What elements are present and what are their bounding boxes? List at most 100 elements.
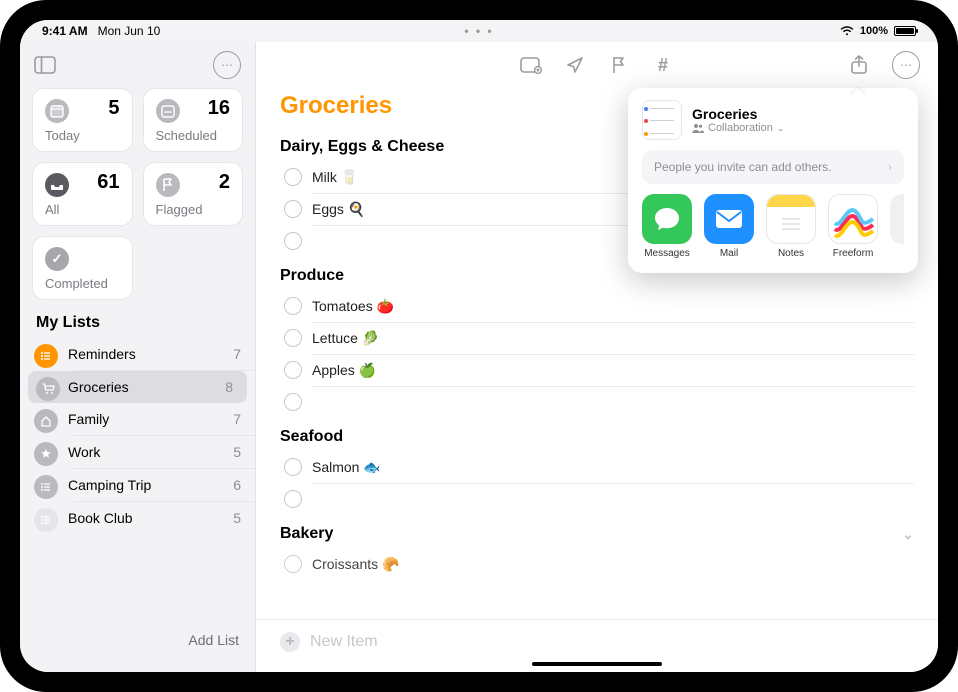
smart-flagged-tile[interactable]: 2 Flagged xyxy=(143,162,244,226)
smart-today-label: Today xyxy=(45,128,120,143)
list-bullet-icon xyxy=(34,475,58,499)
smart-flagged-label: Flagged xyxy=(156,202,231,217)
share-permission-text: People you invite can add others. xyxy=(654,160,831,174)
radio-unchecked-icon[interactable] xyxy=(284,361,302,379)
calendar-badge-icon[interactable] xyxy=(520,54,542,76)
list-count: 7 xyxy=(233,411,241,427)
flag-icon xyxy=(156,173,180,197)
flag-icon[interactable] xyxy=(608,54,630,76)
sidebar: ⋯ 5 Today 16 Sched xyxy=(20,42,256,672)
status-date: Mon Jun 10 xyxy=(98,24,161,38)
main: # ⋯ Groceries Dairy, Eggs & Cheese Milk … xyxy=(256,42,938,672)
radio-unchecked-icon[interactable] xyxy=(284,555,302,573)
share-subtitle[interactable]: Collaboration ⌄ xyxy=(692,122,784,134)
reminder-item[interactable]: Apples 🍏 xyxy=(284,355,914,386)
wifi-icon xyxy=(840,26,854,36)
share-app-mail[interactable]: Mail xyxy=(704,194,754,259)
share-app-notes[interactable]: Notes xyxy=(766,194,816,259)
share-title: Groceries xyxy=(692,106,784,122)
notes-icon xyxy=(766,194,816,244)
share-app-label: Freeform xyxy=(833,248,874,259)
smart-completed-tile[interactable]: Completed xyxy=(32,236,133,300)
share-app-more[interactable] xyxy=(890,194,904,259)
list-bullet-icon xyxy=(34,508,58,532)
reminder-text: Tomatoes 🍅 xyxy=(312,298,394,315)
tray-icon xyxy=(45,173,69,197)
list-name: Family xyxy=(68,411,109,427)
reminder-item-empty[interactable] xyxy=(284,484,914,515)
toggle-sidebar-icon[interactable] xyxy=(34,54,56,76)
messages-icon xyxy=(642,194,692,244)
reminder-text: Lettuce 🥬 xyxy=(312,330,379,347)
reminder-item-empty[interactable] xyxy=(284,387,914,418)
list-bullet-icon xyxy=(34,344,58,368)
radio-unchecked-icon[interactable] xyxy=(284,458,302,476)
list-row-groceries[interactable]: Groceries 8 xyxy=(28,371,247,403)
share-thumbnail-icon xyxy=(642,100,682,140)
radio-unchecked-icon[interactable] xyxy=(284,329,302,347)
smart-today-count: 5 xyxy=(108,97,119,120)
smart-scheduled-count: 16 xyxy=(208,97,230,120)
smart-all-count: 61 xyxy=(97,171,119,194)
battery-pct: 100% xyxy=(860,25,888,37)
radio-unchecked-icon[interactable] xyxy=(284,297,302,315)
cart-icon xyxy=(36,377,60,401)
group-header-bakery[interactable]: Bakery ⌄ xyxy=(280,515,914,549)
chevron-down-icon: ⌄ xyxy=(777,123,785,134)
tag-icon[interactable]: # xyxy=(652,54,674,76)
person-2-icon xyxy=(692,123,704,133)
smart-scheduled-tile[interactable]: 16 Scheduled xyxy=(143,88,244,152)
share-app-freeform[interactable]: Freeform xyxy=(828,194,878,259)
house-icon xyxy=(34,409,58,433)
share-app-messages[interactable]: Messages xyxy=(642,194,692,259)
list-name: Book Club xyxy=(68,510,133,526)
freeform-icon xyxy=(828,194,878,244)
reminder-item[interactable]: Tomatoes 🍅 xyxy=(284,291,914,322)
share-app-label: Messages xyxy=(644,248,690,259)
reminder-item[interactable]: Salmon 🐟 xyxy=(284,452,914,483)
my-lists-header: My Lists xyxy=(20,300,255,338)
list-row-family[interactable]: Family 7 xyxy=(34,403,255,435)
new-item-button[interactable]: New Item xyxy=(310,633,378,651)
reminder-item[interactable]: Croissants 🥐 xyxy=(284,549,914,580)
smart-flagged-count: 2 xyxy=(219,171,230,194)
reminder-text: Eggs 🍳 xyxy=(312,201,365,218)
smart-scheduled-label: Scheduled xyxy=(156,128,231,143)
calendar-icon xyxy=(156,99,180,123)
star-icon xyxy=(34,442,58,466)
radio-unchecked-icon[interactable] xyxy=(284,490,302,508)
status-time: 9:41 AM xyxy=(42,24,88,38)
smart-today-tile[interactable]: 5 Today xyxy=(32,88,133,152)
list-name: Work xyxy=(68,444,100,460)
sidebar-more-icon[interactable]: ⋯ xyxy=(213,51,241,79)
calendar-icon xyxy=(45,99,69,123)
share-icon[interactable] xyxy=(848,54,870,76)
smart-all-label: All xyxy=(45,202,120,217)
radio-unchecked-icon[interactable] xyxy=(284,393,302,411)
reminder-text: Milk 🥛 xyxy=(312,169,358,186)
share-permissions-row[interactable]: People you invite can add others. › xyxy=(642,150,904,184)
list-name: Groceries xyxy=(68,379,129,395)
chevron-down-icon[interactable]: ⌄ xyxy=(902,526,914,543)
add-list-button[interactable]: Add List xyxy=(188,632,239,648)
radio-unchecked-icon[interactable] xyxy=(284,200,302,218)
smart-all-tile[interactable]: 61 All xyxy=(32,162,133,226)
list-count: 5 xyxy=(233,510,241,526)
list-row-bookclub[interactable]: Book Club 5 xyxy=(34,502,255,534)
list-row-reminders[interactable]: Reminders 7 xyxy=(34,338,255,370)
plus-circle-icon[interactable]: + xyxy=(280,632,300,652)
multitasking-dots[interactable]: • • • xyxy=(464,24,493,38)
list-row-work[interactable]: Work 5 xyxy=(34,436,255,468)
radio-unchecked-icon[interactable] xyxy=(284,232,302,250)
main-more-icon[interactable]: ⋯ xyxy=(892,51,920,79)
group-header-seafood[interactable]: Seafood xyxy=(280,418,914,452)
chevron-right-icon: › xyxy=(888,160,892,174)
location-icon[interactable] xyxy=(564,54,586,76)
reminder-item[interactable]: Lettuce 🥬 xyxy=(284,323,914,354)
radio-unchecked-icon[interactable] xyxy=(284,168,302,186)
list-row-camping[interactable]: Camping Trip 6 xyxy=(34,469,255,501)
app-icon xyxy=(890,194,904,244)
reminder-text: Apples 🍏 xyxy=(312,362,376,379)
mail-icon xyxy=(704,194,754,244)
home-indicator[interactable] xyxy=(532,662,662,666)
